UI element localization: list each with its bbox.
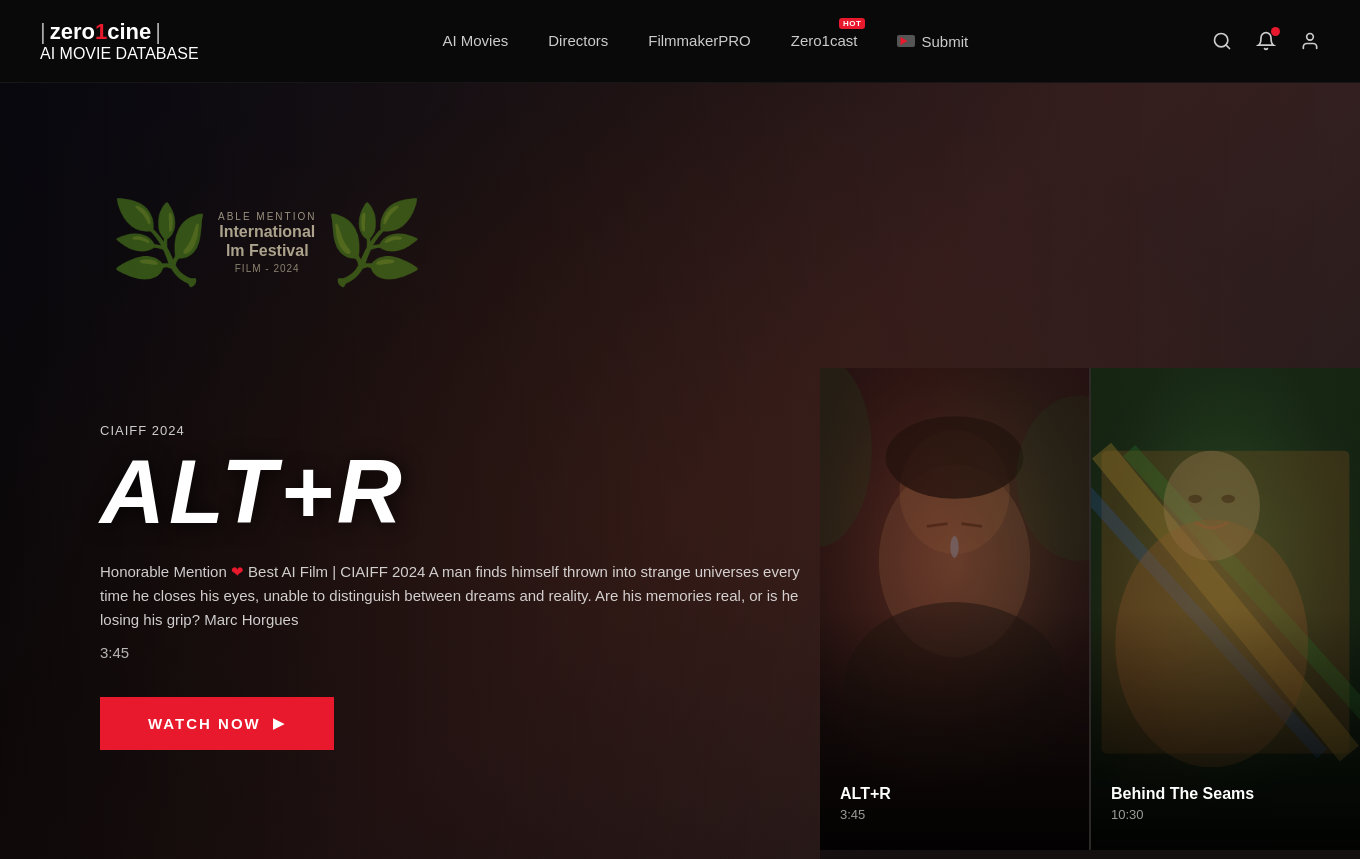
film-card-alt-r-info: ALT+R 3:45 xyxy=(840,785,1069,822)
nav-link-directors[interactable]: Directors xyxy=(548,32,608,49)
logo-pipe-right: | xyxy=(155,19,161,45)
hero-duration: 3:45 xyxy=(100,644,800,661)
user-icon xyxy=(1300,31,1320,51)
nav-link-filmmaker-pro[interactable]: FilmmakerPRO xyxy=(648,32,751,49)
notifications-button[interactable] xyxy=(1256,31,1276,51)
film-card-behind-seams-title: Behind The Seams xyxy=(1111,785,1340,803)
film-card-behind-seams-info: Behind The Seams 10:30 xyxy=(1111,785,1340,822)
svg-point-12 xyxy=(950,536,958,558)
festival-year: FILM - 2024 xyxy=(218,264,316,274)
nav-item-directors[interactable]: Directors xyxy=(548,32,608,50)
film-card-alt-r[interactable]: ALT+R 3:45 xyxy=(820,368,1089,850)
hero-content: CIAIFF 2024 ALT+R Honorable Mention ❤ Be… xyxy=(100,423,800,750)
hero-section: 🌿 ABLE MENTION International lm Festival… xyxy=(0,83,1360,859)
logo-cine: cine xyxy=(107,19,151,45)
nav-item-filmmaker-pro[interactable]: FilmmakerPRO xyxy=(648,32,751,50)
search-button[interactable] xyxy=(1212,31,1232,51)
notification-dot xyxy=(1271,27,1280,36)
logo[interactable]: | zero 1 cine | AI MOVIE DATABASE xyxy=(40,19,199,63)
film-card-behind-seams-duration: 10:30 xyxy=(1111,807,1340,822)
film-card-alt-r-duration: 3:45 xyxy=(840,807,1069,822)
honorable-mention-text: Honorable Mention xyxy=(100,563,227,580)
panel-navigation: ‹ › xyxy=(820,850,1360,859)
films-row: ALT+R 3:45 xyxy=(820,368,1360,850)
hero-title: ALT+R xyxy=(100,450,800,536)
watch-now-button[interactable]: WATCH NOW ▶ xyxy=(100,697,334,750)
nav-link-zero1cast[interactable]: Zero1cast xyxy=(791,32,858,49)
logo-zero: zero xyxy=(50,19,95,45)
nav-item-ai-movies[interactable]: AI Movies xyxy=(442,32,508,50)
main-nav: AI Movies Directors FilmmakerPRO Zero1ca… xyxy=(442,32,968,50)
user-account-button[interactable] xyxy=(1300,31,1320,51)
watch-now-label: WATCH NOW xyxy=(148,715,261,732)
svg-point-2 xyxy=(1307,34,1314,41)
festival-name-line1: International xyxy=(218,222,316,241)
festival-mention: ABLE MENTION xyxy=(218,212,316,222)
hero-description: Honorable Mention ❤ Best AI Film | CIAIF… xyxy=(100,560,800,632)
submit-video-icon xyxy=(897,35,915,47)
svg-point-20 xyxy=(1188,495,1202,503)
play-icon: ▶ xyxy=(273,715,286,731)
logo-one: 1 xyxy=(95,19,107,45)
logo-subtitle: AI MOVIE DATABASE xyxy=(40,45,199,63)
right-panel: ALT+R 3:45 xyxy=(820,368,1360,859)
navbar-actions xyxy=(1212,31,1320,51)
film-card-alt-r-title: ALT+R xyxy=(840,785,1069,803)
nav-link-submit[interactable]: Submit xyxy=(897,33,968,50)
festival-badge: 🌿 ABLE MENTION International lm Festival… xyxy=(110,203,424,283)
hero-tag: CIAIFF 2024 xyxy=(100,423,800,438)
logo-pipe-left: | xyxy=(40,19,46,45)
nav-link-ai-movies[interactable]: AI Movies xyxy=(442,32,508,49)
svg-point-6 xyxy=(886,416,1024,499)
nav-link-submit-label: Submit xyxy=(921,33,968,50)
heart-icon: ❤ xyxy=(231,563,244,580)
film-card-behind-seams[interactable]: Behind The Seams 10:30 xyxy=(1091,368,1360,850)
nav-item-zero1cast[interactable]: Zero1cast HOT xyxy=(791,32,858,50)
svg-line-1 xyxy=(1226,45,1230,49)
hot-badge: HOT xyxy=(839,18,865,29)
svg-point-21 xyxy=(1221,495,1235,503)
search-icon xyxy=(1212,31,1232,51)
laurel-wreath-icon: 🌿 ABLE MENTION International lm Festival… xyxy=(110,203,424,283)
navbar: | zero 1 cine | AI MOVIE DATABASE AI Mov… xyxy=(0,0,1360,83)
nav-item-submit[interactable]: Submit xyxy=(897,33,968,50)
festival-name-line2: lm Festival xyxy=(218,241,316,260)
